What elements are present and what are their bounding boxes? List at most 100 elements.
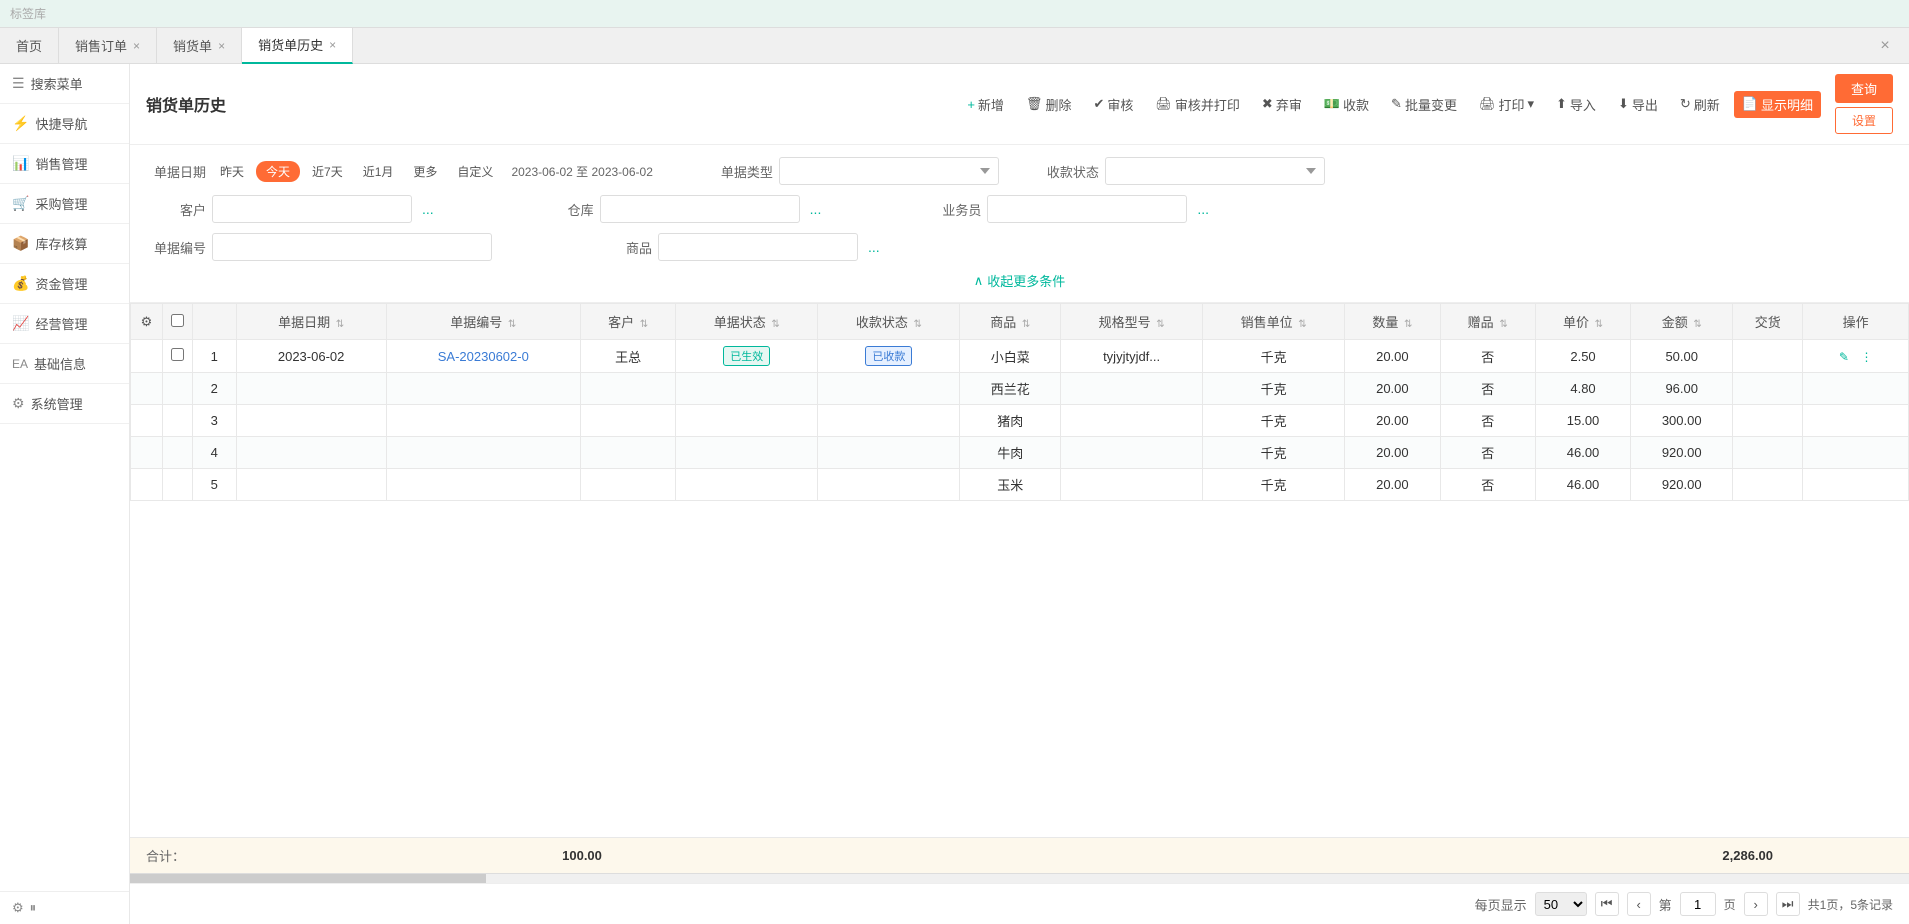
sidebar-item-operations[interactable]: 📈 经营管理 xyxy=(0,304,129,344)
qty-col-header[interactable]: 数量 ⇅ xyxy=(1345,304,1440,340)
sidebar-item-purchase[interactable]: 🛒 采购管理 xyxy=(0,184,129,224)
close-icon-sales-order[interactable]: × xyxy=(133,39,140,53)
spec-cell xyxy=(1061,405,1203,437)
customer-col-header[interactable]: 客户 ⇅ xyxy=(580,304,675,340)
docstatus-cell xyxy=(676,469,818,501)
refresh-button[interactable]: ↻ 刷新 xyxy=(1672,91,1728,118)
batch-change-button[interactable]: ✎ 批量变更 xyxy=(1383,91,1465,118)
approve-button[interactable]: ✔ 审核 xyxy=(1085,91,1141,118)
tab-sales-history[interactable]: 销货单历史 × xyxy=(242,28,353,64)
paystatus-sort-icon[interactable]: ⇅ xyxy=(913,319,921,330)
abandon-button[interactable]: ✖ 弃审 xyxy=(1254,91,1310,118)
pay-status-select[interactable] xyxy=(1105,157,1325,185)
sidebar-item-quick-nav[interactable]: ⚡ 快捷导航 xyxy=(0,104,129,144)
date-tab-7days[interactable]: 近7天 xyxy=(304,161,351,182)
price-col-header[interactable]: 单价 ⇅ xyxy=(1535,304,1630,340)
tab-sales-order[interactable]: 销售订单 × xyxy=(59,28,157,64)
gift-col-header[interactable]: 赠品 ⇅ xyxy=(1440,304,1535,340)
print-button[interactable]: 🖨 打印 ▾ xyxy=(1471,91,1542,118)
customer-sort-icon[interactable]: ⇅ xyxy=(640,319,648,330)
spec-sort-icon[interactable]: ⇅ xyxy=(1156,319,1164,330)
more-action[interactable]: ⋮ xyxy=(1857,348,1877,366)
pause-icon[interactable]: ⏸ xyxy=(30,900,37,916)
spec-col-header[interactable]: 规格型号 ⇅ xyxy=(1061,304,1203,340)
sidebar-item-system[interactable]: ⚙ 系统管理 xyxy=(0,384,129,424)
doc-no-link[interactable]: SA-20230602-0 xyxy=(438,349,529,364)
date-tab-yesterday[interactable]: 昨天 xyxy=(212,161,252,182)
goods-input[interactable] xyxy=(658,233,858,261)
new-button[interactable]: + 新增 xyxy=(959,91,1012,118)
edit-action[interactable]: ✎ xyxy=(1835,348,1853,366)
sidebar-item-search[interactable]: ☰ 搜索菜单 xyxy=(0,64,129,104)
sidebar-item-sales[interactable]: 📊 销售管理 xyxy=(0,144,129,184)
unit-cell: 千克 xyxy=(1203,469,1345,501)
sidebar-item-basic-info[interactable]: EA 基础信息 xyxy=(0,344,129,384)
docno-cell[interactable] xyxy=(386,437,580,469)
page-number-input[interactable] xyxy=(1680,892,1716,916)
goods-col-header[interactable]: 商品 ⇅ xyxy=(960,304,1061,340)
action-cell: ✎ ⋮ xyxy=(1803,340,1909,373)
docstatus-col-header[interactable]: 单据状态 ⇅ xyxy=(676,304,818,340)
goods-sort-icon[interactable]: ⇅ xyxy=(1022,319,1030,330)
staff-input[interactable] xyxy=(987,195,1187,223)
paystatus-col-label: 收款状态 xyxy=(856,315,908,330)
unit-col-header[interactable]: 销售单位 ⇅ xyxy=(1203,304,1345,340)
staff-dots[interactable]: ... xyxy=(1197,201,1209,217)
docno-col-header[interactable]: 单据编号 ⇅ xyxy=(386,304,580,340)
date-col-header[interactable]: 单据日期 ⇅ xyxy=(236,304,386,340)
select-all-checkbox[interactable] xyxy=(171,314,184,327)
close-icon-sales-invoice[interactable]: × xyxy=(218,39,225,53)
price-sort-icon[interactable]: ⇅ xyxy=(1595,319,1603,330)
qty-sort-icon[interactable]: ⇅ xyxy=(1404,319,1412,330)
gear-bottom-icon[interactable]: ⚙ xyxy=(12,900,24,916)
checkbox-col-header[interactable] xyxy=(163,304,193,340)
warehouse-input[interactable] xyxy=(600,195,800,223)
customer-input[interactable] xyxy=(212,195,412,223)
date-tab-1month[interactable]: 近1月 xyxy=(355,161,402,182)
tab-home[interactable]: 首页 xyxy=(0,28,59,64)
export-button[interactable]: ⬇ 导出 xyxy=(1610,91,1666,118)
tab-sales-invoice[interactable]: 销货单 × xyxy=(157,28,242,64)
date-tab-custom[interactable]: 自定义 xyxy=(449,161,501,182)
docno-cell[interactable] xyxy=(386,469,580,501)
docno-cell[interactable]: SA-20230602-0 xyxy=(386,340,580,373)
row-checkbox[interactable] xyxy=(171,348,184,361)
collapse-button[interactable]: ∧ 收起更多条件 xyxy=(146,271,1893,290)
unit-sort-icon[interactable]: ⇅ xyxy=(1298,319,1306,330)
settings-button[interactable]: 设置 xyxy=(1835,107,1893,134)
gear-col-header[interactable]: ⚙ xyxy=(131,304,163,340)
date-sort-icon[interactable]: ⇅ xyxy=(336,319,344,330)
close-icon-sales-history[interactable]: × xyxy=(329,38,336,52)
show-detail-button[interactable]: 📄 显示明细 xyxy=(1734,91,1821,118)
collect-button[interactable]: 💵 收款 xyxy=(1316,91,1377,118)
docstatus-cell xyxy=(676,405,818,437)
query-button[interactable]: 查询 xyxy=(1835,74,1893,103)
customer-dots[interactable]: ... xyxy=(422,201,434,217)
goods-dots[interactable]: ... xyxy=(868,239,880,255)
import-button[interactable]: ⬆ 导入 xyxy=(1548,91,1604,118)
delete-button[interactable]: 🗑 删除 xyxy=(1018,91,1080,118)
docno-sort-icon[interactable]: ⇅ xyxy=(508,319,516,330)
prev-page-button[interactable]: ‹ xyxy=(1627,892,1651,916)
sidebar-item-inventory[interactable]: 📦 库存核算 xyxy=(0,224,129,264)
date-tab-today[interactable]: 今天 xyxy=(256,161,300,182)
amount-col-header[interactable]: 金额 ⇅ xyxy=(1631,304,1733,340)
docno-cell[interactable] xyxy=(386,373,580,405)
gift-sort-icon[interactable]: ⇅ xyxy=(1499,319,1507,330)
doc-type-select[interactable] xyxy=(779,157,999,185)
first-page-button[interactable]: ⏮ xyxy=(1595,892,1619,916)
sidebar-item-finance[interactable]: 💰 资金管理 xyxy=(0,264,129,304)
amount-sort-icon[interactable]: ⇅ xyxy=(1693,319,1701,330)
per-page-select[interactable]: 50 100 200 xyxy=(1535,892,1587,916)
table-row: 4 牛肉 千克 20.00 否 46.00 920.00 xyxy=(131,437,1909,469)
next-page-button[interactable]: › xyxy=(1744,892,1768,916)
docno-cell[interactable] xyxy=(386,405,580,437)
doc-no-input[interactable] xyxy=(212,233,492,261)
date-tab-more[interactable]: 更多 xyxy=(405,161,445,182)
paystatus-col-header[interactable]: 收款状态 ⇅ xyxy=(818,304,960,340)
last-page-button[interactable]: ⏭ xyxy=(1776,892,1800,916)
docstatus-sort-icon[interactable]: ⇅ xyxy=(771,319,779,330)
tab-close-all-button[interactable]: × xyxy=(1873,34,1897,58)
warehouse-dots[interactable]: ... xyxy=(810,201,822,217)
approve-print-button[interactable]: 🖨 审核并打印 xyxy=(1147,91,1248,118)
